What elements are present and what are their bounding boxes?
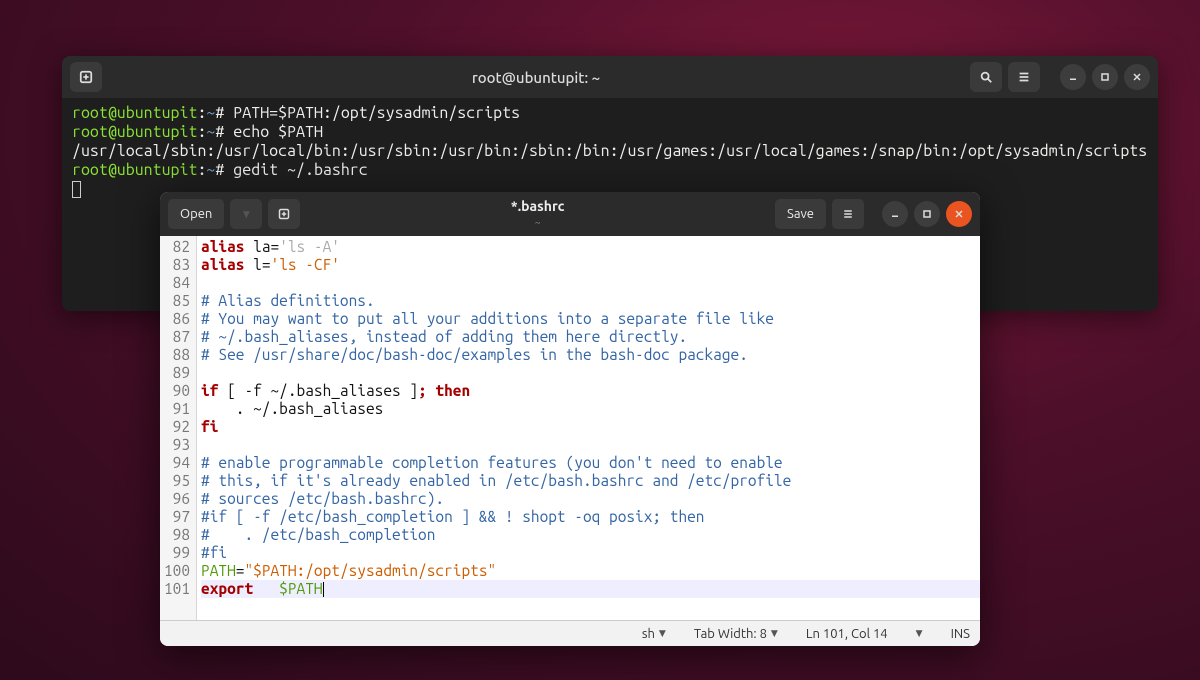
gedit-window: Open ▼ *.bashrc ~ Save 82838485868788899… <box>160 192 980 646</box>
open-recent-dropdown[interactable]: ▼ <box>230 199 262 229</box>
status-cursor-pos: Ln 101, Col 14 <box>806 627 888 641</box>
hamburger-menu-button[interactable] <box>1008 62 1040 92</box>
terminal-body[interactable]: root@ubuntupit:~# PATH=$PATH:/opt/sysadm… <box>62 98 1158 205</box>
gedit-maximize-button[interactable] <box>914 201 940 227</box>
gedit-title: *.bashrc ~ <box>306 199 769 229</box>
gedit-menu-button[interactable] <box>832 199 864 229</box>
code-area[interactable]: alias la='ls -A'alias l='ls -CF' # Alias… <box>197 236 980 620</box>
minimize-button[interactable] <box>1060 64 1086 90</box>
new-tab-button[interactable] <box>70 62 102 92</box>
terminal-titlebar: root@ubuntupit: ~ <box>62 56 1158 98</box>
open-button[interactable]: Open <box>168 199 224 229</box>
search-button[interactable] <box>970 62 1002 92</box>
save-button[interactable]: Save <box>775 199 826 229</box>
close-button[interactable] <box>1124 64 1150 90</box>
status-mode-text: INS <box>951 627 970 641</box>
gedit-close-button[interactable] <box>946 201 972 227</box>
gedit-editor[interactable]: 8283848586878889909192939495969798991001… <box>160 236 980 620</box>
status-insert-mode[interactable]: ▼ <box>916 628 923 639</box>
new-document-button[interactable] <box>268 199 300 229</box>
maximize-button[interactable] <box>1092 64 1118 90</box>
terminal-title: root@ubuntupit: ~ <box>108 69 964 86</box>
gedit-minimize-button[interactable] <box>882 201 908 227</box>
line-number-gutter: 8283848586878889909192939495969798991001… <box>160 236 197 620</box>
status-tabwidth[interactable]: Tab Width: 8▼ <box>694 627 778 641</box>
gedit-statusbar: sh▼ Tab Width: 8▼ Ln 101, Col 14 ▼ INS <box>160 620 980 646</box>
gedit-headerbar: Open ▼ *.bashrc ~ Save <box>160 192 980 236</box>
status-language[interactable]: sh▼ <box>642 627 666 641</box>
gedit-subtitle: ~ <box>535 217 541 228</box>
gedit-filename: *.bashrc <box>306 199 769 213</box>
